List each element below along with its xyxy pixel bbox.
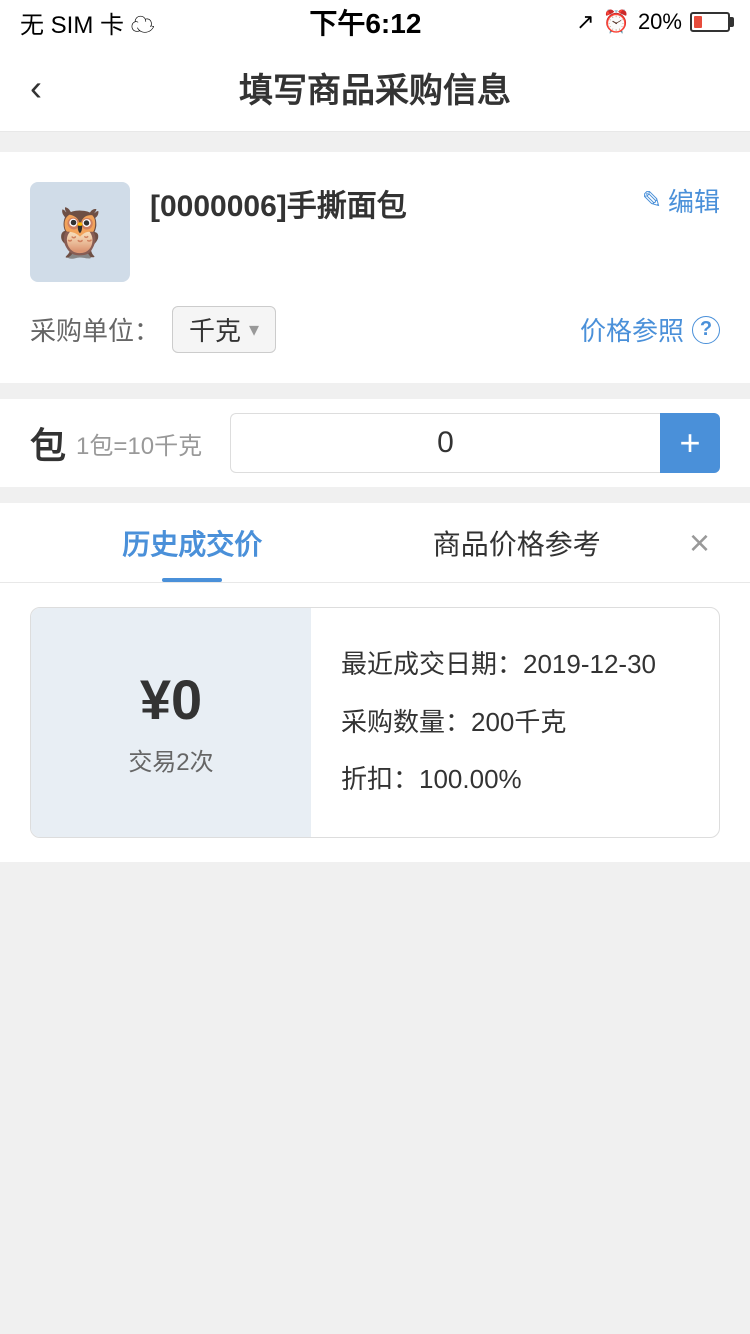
- purchase-qty-row: 采购数量：200千克: [341, 702, 689, 744]
- nav-bar: ‹ 填写商品采购信息: [0, 44, 750, 132]
- tab-close-button[interactable]: ×: [679, 522, 720, 564]
- price-amount: ¥0: [140, 667, 202, 732]
- price-ref-button[interactable]: 价格参照 ?: [580, 311, 720, 348]
- price-txn-count: 交易2次: [128, 742, 213, 777]
- tab-price-ref-label: 商品价格参考: [433, 523, 601, 563]
- unit-value: 千克: [189, 311, 241, 348]
- status-left: 无 SIM 卡 ☁: [20, 5, 155, 40]
- quantity-row: 包 1包=10千克 0 +: [0, 399, 750, 487]
- edit-icon: ✎: [642, 186, 662, 215]
- discount-value: 100.00%: [419, 764, 522, 794]
- purchase-qty-label: 采购数量：: [341, 707, 471, 737]
- status-right: ↗ ⏰ 20%: [576, 9, 730, 35]
- price-value: 0: [171, 668, 202, 731]
- tab-history-price[interactable]: 历史成交价: [30, 503, 354, 582]
- location-icon: ↗: [576, 9, 594, 35]
- quantity-plus-button[interactable]: +: [660, 413, 720, 473]
- product-logo-icon: 🦉: [50, 204, 110, 261]
- quantity-input[interactable]: 0: [230, 413, 660, 473]
- discount-row: 折扣：100.00%: [341, 759, 689, 801]
- edit-label: 编辑: [668, 182, 720, 219]
- unit-prefix-label: 采购单位：: [30, 311, 160, 348]
- status-time: 下午6:12: [309, 2, 421, 42]
- help-circle-icon: ?: [692, 316, 720, 344]
- price-card: ¥0 交易2次 最近成交日期：2019-12-30 采购数量：200千克 折扣：…: [30, 607, 720, 838]
- recent-date-row: 最近成交日期：2019-12-30: [341, 644, 689, 686]
- tab-section: 历史成交价 商品价格参考 × ¥0 交易2次 最近成交日期：2019-12-30…: [0, 503, 750, 862]
- purchase-qty-value: 200千克: [471, 707, 566, 737]
- battery-icon: [690, 12, 730, 32]
- no-sim-label: 无 SIM 卡 ☁: [20, 5, 155, 40]
- page-title: 填写商品采购信息: [239, 63, 511, 112]
- price-card-right: 最近成交日期：2019-12-30 采购数量：200千克 折扣：100.00%: [311, 608, 719, 837]
- tab-bar: 历史成交价 商品价格参考 ×: [0, 503, 750, 583]
- product-name: [0000006]手撕面包: [150, 182, 407, 228]
- quantity-unit-char: 包: [30, 417, 66, 469]
- battery-percent: 20%: [638, 9, 682, 35]
- alarm-icon: ⏰: [603, 9, 630, 35]
- price-card-left: ¥0 交易2次: [31, 608, 311, 837]
- status-bar: 无 SIM 卡 ☁ 下午6:12 ↗ ⏰ 20%: [0, 0, 750, 44]
- back-button[interactable]: ‹: [30, 57, 52, 119]
- product-thumbnail: 🦉: [30, 182, 130, 282]
- currency-symbol: ¥: [140, 668, 171, 731]
- unit-select[interactable]: 千克 ▾: [172, 306, 276, 353]
- chevron-down-icon: ▾: [249, 317, 259, 342]
- product-card: 🦉 [0000006]手撕面包 ✎ 编辑 采购单位： 千克 ▾ 价格参照 ?: [0, 152, 750, 383]
- edit-button[interactable]: ✎ 编辑: [642, 182, 720, 219]
- tab-history-price-label: 历史成交价: [122, 523, 262, 563]
- tab-price-ref[interactable]: 商品价格参考: [354, 503, 678, 582]
- discount-label: 折扣：: [341, 764, 419, 794]
- price-ref-label: 价格参照: [580, 311, 684, 348]
- recent-date-value: 2019-12-30: [523, 649, 656, 679]
- section-separator: [0, 383, 750, 399]
- quantity-unit-desc: 1包=10千克: [76, 426, 202, 461]
- price-card-wrap: ¥0 交易2次 最近成交日期：2019-12-30 采购数量：200千克 折扣：…: [0, 583, 750, 862]
- recent-date-label: 最近成交日期：: [341, 649, 523, 679]
